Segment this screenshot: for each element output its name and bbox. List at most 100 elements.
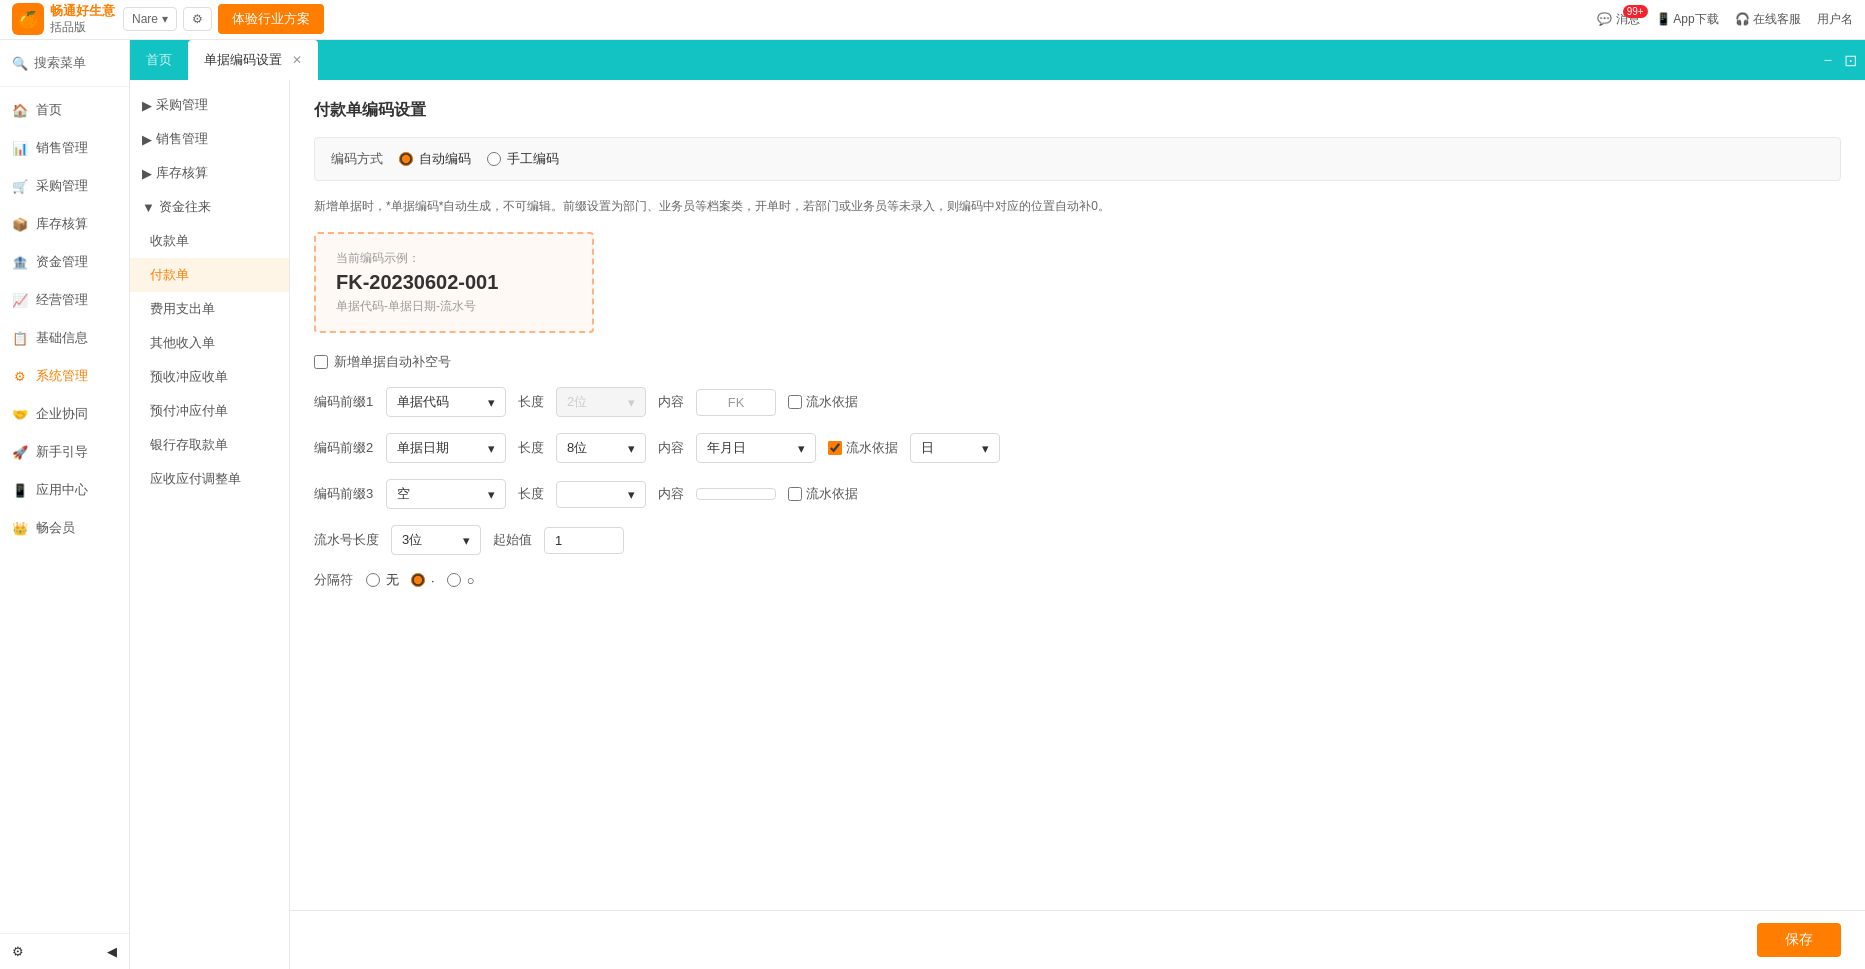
app-download-btn[interactable]: 📱 App下载: [1656, 11, 1719, 28]
sidebar-item-home[interactable]: 🏠 首页: [0, 91, 129, 129]
tab-close-icon[interactable]: ✕: [292, 53, 302, 67]
sub-menu-receipt[interactable]: 收款单: [130, 224, 289, 258]
config-row-3: 编码前缀3 空 ▾ 长度 ▾ 内容: [314, 479, 1841, 509]
sub-menu-expense[interactable]: 费用支出单: [130, 292, 289, 326]
prefix1-select[interactable]: 单据代码 ▾: [386, 387, 506, 417]
sub-menu-adjust[interactable]: 应收应付调整单: [130, 462, 289, 496]
tab-home[interactable]: 首页: [130, 40, 188, 80]
sub-group-purchase[interactable]: ▶ 采购管理: [130, 88, 289, 122]
sidebar-item-purchase[interactable]: 🛒 采购管理: [0, 167, 129, 205]
sidebar-item-collab[interactable]: 🤝 企业协同: [0, 395, 129, 433]
top-bar-nav: Nare ▾ ⚙ 体验行业方案: [123, 4, 324, 34]
prefix3-select[interactable]: 空 ▾: [386, 479, 506, 509]
manual-encode-option[interactable]: 手工编码: [487, 150, 559, 168]
sidebar-item-manage[interactable]: 📈 经营管理: [0, 281, 129, 319]
sub-group-sales[interactable]: ▶ 销售管理: [130, 122, 289, 156]
maximize-icon[interactable]: ⊡: [1844, 51, 1857, 70]
sub-menu-prepay-pay[interactable]: 预付冲应付单: [130, 394, 289, 428]
sidebar-item-finance[interactable]: 🏦 资金管理: [0, 243, 129, 281]
preview-desc: 单据代码-单据日期-流水号: [336, 298, 572, 315]
search-btn[interactable]: 🔍 搜索菜单: [8, 50, 121, 76]
left-sidebar: 🔍 搜索菜单 🏠 首页 📊 销售管理 🛒 采购管理 📦 库存核算 🏦: [0, 40, 130, 969]
serial2-checkbox[interactable]: [828, 441, 842, 455]
length1-select[interactable]: 2位 ▾: [556, 387, 646, 417]
sep-none-option[interactable]: 无: [366, 571, 399, 589]
chevron-down-icon: ▾: [628, 487, 635, 502]
arrow-down-icon: ▼: [142, 200, 155, 215]
minimize-icon[interactable]: －: [1820, 50, 1836, 71]
serial2-period-select[interactable]: 日 ▾: [910, 433, 1000, 463]
manage-icon: 📈: [12, 292, 28, 308]
system-icon: ⚙: [12, 368, 28, 384]
content1-label: 内容: [658, 393, 684, 411]
sub-menu-payment[interactable]: 付款单: [130, 258, 289, 292]
sub-group-capital[interactable]: ▼ 资金往来: [130, 190, 289, 224]
serial3-check-item: 流水依据: [788, 485, 858, 503]
prefix2-label: 编码前缀2: [314, 439, 374, 457]
arrow-right-icon: ▶: [142, 98, 152, 113]
auto-fill-row: 新增单据自动补空号: [314, 353, 1841, 371]
length3-label: 长度: [518, 485, 544, 503]
home-icon: 🏠: [12, 102, 28, 118]
serial1-checkbox[interactable]: [788, 395, 802, 409]
auto-encode-option[interactable]: 自动编码: [399, 150, 471, 168]
stock-icon: 📦: [12, 216, 28, 232]
collapse-icon[interactable]: ◀: [107, 944, 117, 959]
sidebar-item-sales[interactable]: 📊 销售管理: [0, 129, 129, 167]
content2-select[interactable]: 年月日 ▾: [696, 433, 816, 463]
user-avatar[interactable]: 用户名: [1817, 11, 1853, 28]
content-area: ▶ 采购管理 ▶ 销售管理 ▶ 库存核算 ▼ 资金往来 收款单 付款单 费用支出…: [130, 80, 1865, 969]
content3-input: [696, 488, 776, 500]
content2-label: 内容: [658, 439, 684, 457]
guide-icon: 🚀: [12, 444, 28, 460]
sidebar-item-info[interactable]: 📋 基础信息: [0, 319, 129, 357]
serial-length-select[interactable]: 3位 ▾: [391, 525, 481, 555]
sidebar-item-stock[interactable]: 📦 库存核算: [0, 205, 129, 243]
length2-label: 长度: [518, 439, 544, 457]
length2-select[interactable]: 8位 ▾: [556, 433, 646, 463]
preview-box: 当前编码示例： FK-20230602-001 单据代码-单据日期-流水号: [314, 232, 594, 333]
sub-group-stock[interactable]: ▶ 库存核算: [130, 156, 289, 190]
experience-button[interactable]: 体验行业方案: [218, 4, 324, 34]
collab-icon: 🤝: [12, 406, 28, 422]
auto-fill-label: 新增单据自动补空号: [334, 353, 451, 371]
top-bar-right: 💬 消息 99+ 📱 App下载 🎧 在线客服 用户名: [1597, 11, 1853, 28]
online-service-btn[interactable]: 🎧 在线客服: [1735, 11, 1801, 28]
nav-dropdown[interactable]: Nare ▾: [123, 7, 177, 31]
page-title: 付款单编码设置: [314, 100, 1841, 121]
prefix2-select[interactable]: 单据日期 ▾: [386, 433, 506, 463]
save-button[interactable]: 保存: [1757, 923, 1841, 957]
prefix1-label: 编码前缀1: [314, 393, 374, 411]
content1-input: FK: [696, 389, 776, 416]
content3-label: 内容: [658, 485, 684, 503]
preview-code: FK-20230602-001: [336, 271, 572, 294]
length3-select[interactable]: ▾: [556, 481, 646, 508]
sidebar-item-vip[interactable]: 👑 畅会员: [0, 509, 129, 547]
sep-circle-option[interactable]: ○: [447, 573, 475, 588]
layout: 🔍 搜索菜单 🏠 首页 📊 销售管理 🛒 采购管理 📦 库存核算 🏦: [0, 0, 1865, 969]
service-icon: 🎧: [1735, 12, 1750, 26]
sub-menu-bank[interactable]: 银行存取款单: [130, 428, 289, 462]
sale-icon: 📊: [12, 140, 28, 156]
sep-dot-option[interactable]: ·: [411, 573, 435, 588]
preview-label: 当前编码示例：: [336, 250, 572, 267]
sidebar-search[interactable]: 🔍 搜索菜单: [0, 40, 129, 87]
chevron-down-icon: ▾: [982, 441, 989, 456]
length1-label: 长度: [518, 393, 544, 411]
message-btn[interactable]: 💬 消息 99+: [1597, 11, 1639, 28]
page-wrapper: 付款单编码设置 编码方式 自动编码 手工编码: [290, 80, 1865, 969]
sidebar-item-guide[interactable]: 🚀 新手引导: [0, 433, 129, 471]
start-value-input[interactable]: [544, 527, 624, 554]
auto-fill-checkbox[interactable]: [314, 355, 328, 369]
sub-menu-prepay-recv[interactable]: 预收冲应收单: [130, 360, 289, 394]
serial3-checkbox[interactable]: [788, 487, 802, 501]
tab-encoding-settings[interactable]: 单据编码设置 ✕: [188, 40, 318, 80]
sidebar-bottom: ⚙ ◀: [0, 933, 129, 969]
tab-bar: 首页 单据编码设置 ✕ － ⊡: [130, 40, 1865, 80]
sidebar-item-system[interactable]: ⚙ 系统管理: [0, 357, 129, 395]
settings-btn[interactable]: ⚙: [183, 7, 212, 31]
purchase-icon: 🛒: [12, 178, 28, 194]
sub-menu-income[interactable]: 其他收入单: [130, 326, 289, 360]
sidebar-item-appcenter[interactable]: 📱 应用中心: [0, 471, 129, 509]
settings-icon[interactable]: ⚙: [12, 944, 24, 959]
